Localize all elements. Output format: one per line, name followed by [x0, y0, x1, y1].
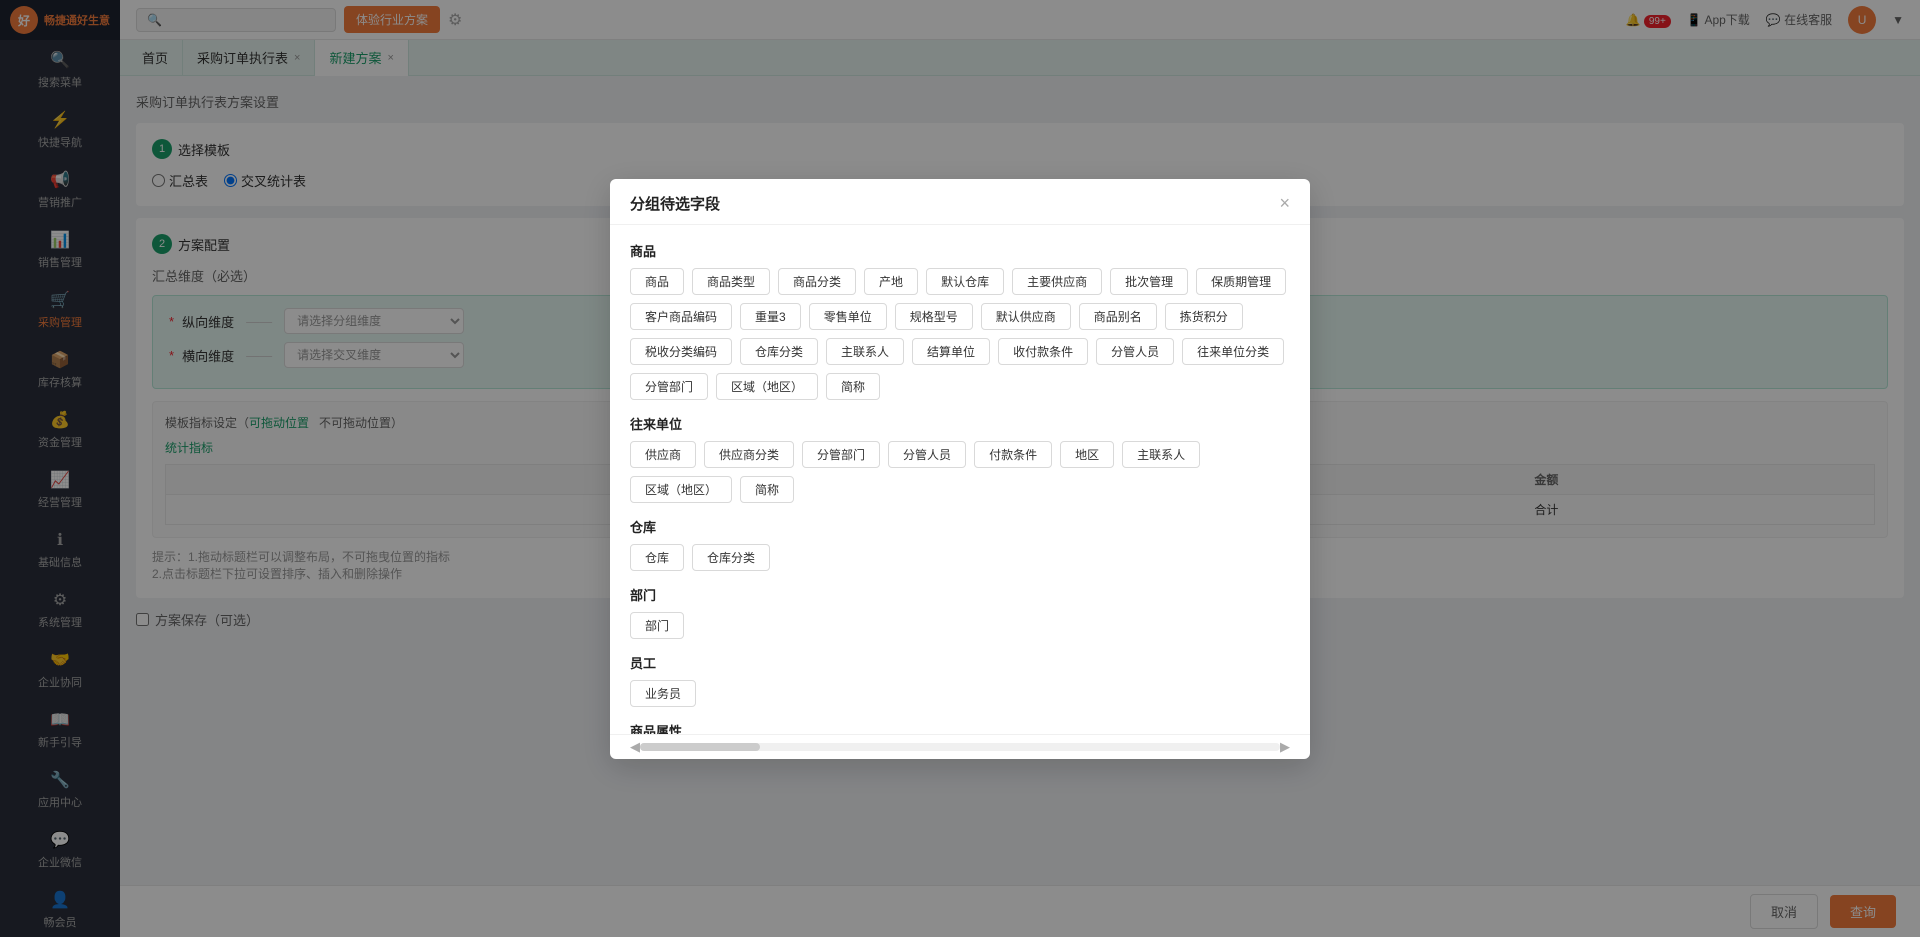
- section-title-warehouse: 仓库: [630, 517, 1290, 536]
- field-tag-product-23[interactable]: 区域（地区）: [716, 373, 818, 400]
- field-tag-counterpart-5[interactable]: 地区: [1060, 441, 1114, 468]
- h-scroll-thumb[interactable]: [640, 743, 760, 751]
- modal-header: 分组待选字段 ×: [610, 179, 1310, 225]
- field-tag-product-0[interactable]: 商品: [630, 268, 684, 295]
- modal: 分组待选字段 × 商品商品商品类型商品分类产地默认仓库主要供应商批次管理保质期管…: [610, 179, 1310, 759]
- field-tag-product-4[interactable]: 默认仓库: [926, 268, 1004, 295]
- modal-overlay[interactable]: 分组待选字段 × 商品商品商品类型商品分类产地默认仓库主要供应商批次管理保质期管…: [0, 0, 1920, 937]
- field-tag-product-21[interactable]: 往来单位分类: [1182, 338, 1284, 365]
- field-tag-warehouse-0[interactable]: 仓库: [630, 544, 684, 571]
- field-tag-product-13[interactable]: 商品别名: [1079, 303, 1157, 330]
- field-tag-product-12[interactable]: 默认供应商: [981, 303, 1071, 330]
- section-title-employee: 员工: [630, 653, 1290, 672]
- field-tag-product-17[interactable]: 主联系人: [826, 338, 904, 365]
- h-scroll-track: [640, 743, 1280, 751]
- field-tag-employee-0[interactable]: 业务员: [630, 680, 696, 707]
- field-tags-employee: 业务员: [630, 680, 1290, 707]
- field-tag-product-24[interactable]: 简称: [826, 373, 880, 400]
- modal-body: 商品商品商品类型商品分类产地默认仓库主要供应商批次管理保质期管理客户商品编码重量…: [610, 225, 1310, 734]
- section-title-product_attr: 商品属性: [630, 721, 1290, 734]
- field-tag-product-2[interactable]: 商品分类: [778, 268, 856, 295]
- field-tag-counterpart-0[interactable]: 供应商: [630, 441, 696, 468]
- field-tag-product-15[interactable]: 税收分类编码: [630, 338, 732, 365]
- h-scroll-right-arrow[interactable]: ▶: [1280, 739, 1290, 755]
- field-tag-product-16[interactable]: 仓库分类: [740, 338, 818, 365]
- section-title-counterpart: 往来单位: [630, 414, 1290, 433]
- field-tag-product-10[interactable]: 零售单位: [809, 303, 887, 330]
- field-tag-product-11[interactable]: 规格型号: [895, 303, 973, 330]
- horizontal-scroll: ◀ ▶: [610, 734, 1310, 759]
- field-tag-product-7[interactable]: 保质期管理: [1196, 268, 1286, 295]
- section-title-product: 商品: [630, 241, 1290, 260]
- field-tag-warehouse-1[interactable]: 仓库分类: [692, 544, 770, 571]
- field-tag-counterpart-3[interactable]: 分管人员: [888, 441, 966, 468]
- field-tag-counterpart-2[interactable]: 分管部门: [802, 441, 880, 468]
- field-tags-product: 商品商品类型商品分类产地默认仓库主要供应商批次管理保质期管理客户商品编码重量3 零…: [630, 268, 1290, 400]
- field-tag-counterpart-1[interactable]: 供应商分类: [704, 441, 794, 468]
- modal-close-button[interactable]: ×: [1279, 194, 1290, 212]
- field-tags-warehouse: 仓库仓库分类: [630, 544, 1290, 571]
- field-tag-counterpart-4[interactable]: 付款条件: [974, 441, 1052, 468]
- field-tags-counterpart: 供应商供应商分类分管部门分管人员付款条件地区主联系人区域（地区） 简称: [630, 441, 1290, 503]
- field-tag-product-6[interactable]: 批次管理: [1110, 268, 1188, 295]
- field-tag-product-14[interactable]: 拣货积分: [1165, 303, 1243, 330]
- field-tag-product-18[interactable]: 结算单位: [912, 338, 990, 365]
- field-tag-product-22[interactable]: 分管部门: [630, 373, 708, 400]
- field-tag-product-20[interactable]: 分管人员: [1096, 338, 1174, 365]
- h-scroll-left-arrow[interactable]: ◀: [630, 739, 640, 755]
- field-tag-product-3[interactable]: 产地: [864, 268, 918, 295]
- section-title-department: 部门: [630, 585, 1290, 604]
- modal-title: 分组待选字段: [630, 193, 720, 214]
- field-tag-product-1[interactable]: 商品类型: [692, 268, 770, 295]
- field-tag-counterpart-7[interactable]: 区域（地区）: [630, 476, 732, 503]
- field-tag-department-0[interactable]: 部门: [630, 612, 684, 639]
- field-tag-product-5[interactable]: 主要供应商: [1012, 268, 1102, 295]
- field-tag-product-9[interactable]: 重量3: [740, 303, 801, 330]
- field-tags-department: 部门: [630, 612, 1290, 639]
- field-tag-product-19[interactable]: 收付款条件: [998, 338, 1088, 365]
- field-tag-product-8[interactable]: 客户商品编码: [630, 303, 732, 330]
- field-tag-counterpart-6[interactable]: 主联系人: [1122, 441, 1200, 468]
- field-tag-counterpart-8[interactable]: 简称: [740, 476, 794, 503]
